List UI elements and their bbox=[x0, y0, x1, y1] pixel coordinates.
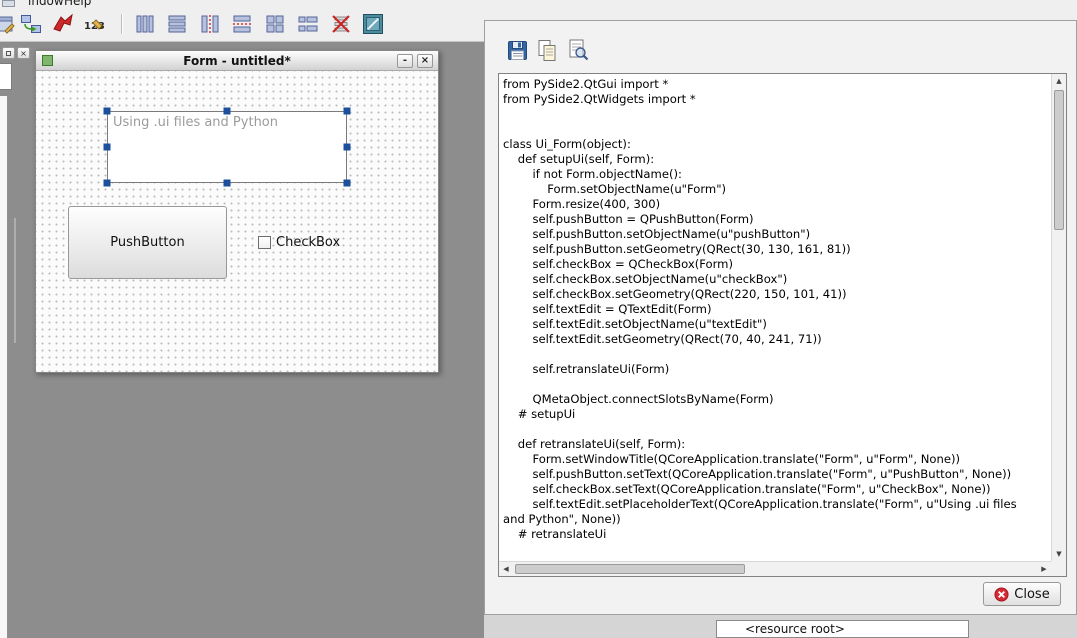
selection-handle-top-left[interactable] bbox=[104, 108, 111, 115]
edit-tab-order-icon: 123 bbox=[83, 13, 107, 35]
menu-window[interactable]: indow bbox=[28, 0, 64, 8]
layout-vertical-splitter-icon bbox=[231, 13, 253, 35]
scroll-right-icon[interactable]: ▶ bbox=[1037, 562, 1051, 576]
scroll-up-icon[interactable]: ▲ bbox=[1052, 74, 1066, 88]
break-layout-button[interactable] bbox=[328, 11, 354, 37]
adjust-size-button[interactable] bbox=[360, 11, 386, 37]
code-view[interactable]: from PySide2.QtGui import * from PySide2… bbox=[498, 73, 1067, 577]
layout-horizontal-splitter-icon bbox=[199, 13, 221, 35]
edit-buddies-button[interactable] bbox=[50, 11, 76, 37]
close-button-label: Close bbox=[1014, 587, 1049, 602]
layout-vertical-splitter-button[interactable] bbox=[229, 11, 255, 37]
dock-float-button[interactable] bbox=[2, 47, 15, 59]
find-icon bbox=[566, 38, 590, 62]
dock-close-button[interactable]: × bbox=[17, 47, 30, 59]
edit-buddies-icon bbox=[52, 13, 74, 35]
selection-handle-bottom-middle[interactable] bbox=[224, 180, 231, 187]
left-panel-fragment bbox=[0, 96, 8, 638]
pushbutton-widget[interactable]: PushButton bbox=[68, 206, 227, 279]
find-button[interactable] bbox=[565, 37, 591, 63]
adjust-size-icon bbox=[361, 12, 385, 36]
toolbar-separator bbox=[121, 14, 122, 34]
scroll-left-icon[interactable]: ◀ bbox=[499, 562, 513, 576]
form-editor-window: Form - untitled* - × Using .ui files and… bbox=[35, 50, 439, 373]
scrollbar-corner bbox=[1051, 561, 1066, 576]
resource-browser-fragment: <resource root> bbox=[716, 620, 969, 638]
code-vertical-scrollbar[interactable]: ▲ ▼ bbox=[1051, 74, 1066, 561]
resource-root-item[interactable]: <resource root> bbox=[745, 622, 845, 636]
vertical-scroll-thumb[interactable] bbox=[1054, 90, 1064, 230]
selection-handle-middle-right[interactable] bbox=[344, 144, 351, 151]
layout-horizontal-splitter-button[interactable] bbox=[197, 11, 223, 37]
edit-signals-slots-button[interactable] bbox=[18, 11, 44, 37]
close-dialog-icon bbox=[994, 587, 1009, 602]
bottom-panel-fragment: <resource root> bbox=[484, 615, 1077, 638]
form-window-titlebar[interactable]: Form - untitled* - × bbox=[36, 51, 438, 71]
selection-handle-middle-left[interactable] bbox=[104, 144, 111, 151]
close-button[interactable]: Close bbox=[983, 582, 1061, 606]
minimize-button[interactable]: - bbox=[397, 54, 413, 68]
layout-vertically-button[interactable] bbox=[164, 11, 190, 37]
code-horizontal-scrollbar[interactable]: ◀ ▶ bbox=[499, 561, 1051, 576]
save-button[interactable] bbox=[504, 37, 530, 63]
layout-grid-button[interactable] bbox=[262, 11, 288, 37]
app-menu-icon[interactable] bbox=[2, 0, 15, 7]
layout-horizontally-icon bbox=[134, 13, 156, 35]
selection-handle-top-right[interactable] bbox=[344, 108, 351, 115]
copy-icon bbox=[535, 38, 559, 62]
edit-widgets-icon bbox=[0, 13, 15, 35]
pushbutton-label: PushButton bbox=[110, 235, 184, 250]
form-window-title: Form - untitled* bbox=[36, 54, 438, 68]
edit-tab-order-button[interactable]: 123 bbox=[82, 11, 108, 37]
menu-help[interactable]: Help bbox=[64, 0, 91, 8]
menu-bar: indow Help bbox=[0, 0, 1077, 8]
dock-close-icon: × bbox=[20, 49, 27, 58]
layout-grid-icon bbox=[264, 13, 286, 35]
edit-widgets-button[interactable] bbox=[0, 11, 17, 37]
textedit-placeholder: Using .ui files and Python bbox=[108, 112, 346, 133]
selection-handle-bottom-left[interactable] bbox=[104, 180, 111, 187]
layout-vertically-icon bbox=[166, 13, 188, 35]
selection-handle-top-middle[interactable] bbox=[224, 108, 231, 115]
textedit-widget[interactable]: Using .ui files and Python bbox=[107, 111, 347, 183]
break-layout-icon bbox=[330, 13, 352, 35]
window-close-button[interactable]: × bbox=[417, 54, 433, 68]
layout-form-icon bbox=[297, 13, 319, 35]
save-icon bbox=[506, 39, 529, 62]
checkbox-label: CheckBox bbox=[276, 235, 340, 250]
checkbox-widget[interactable] bbox=[258, 236, 271, 249]
layout-horizontally-button[interactable] bbox=[132, 11, 158, 37]
left-scrollbar-fragment[interactable] bbox=[14, 218, 16, 343]
copy-button[interactable] bbox=[534, 37, 560, 63]
horizontal-scroll-thumb[interactable] bbox=[515, 564, 745, 574]
edit-signals-slots-icon bbox=[20, 13, 42, 35]
widgetbox-filter-fragment[interactable] bbox=[0, 63, 12, 90]
selection-handle-bottom-right[interactable] bbox=[344, 180, 351, 187]
layout-form-button[interactable] bbox=[295, 11, 321, 37]
dock-float-icon bbox=[6, 51, 11, 56]
form-canvas[interactable]: Using .ui files and Python PushButton Ch… bbox=[36, 71, 438, 372]
code-preview-dialog: from PySide2.QtGui import * from PySide2… bbox=[484, 20, 1077, 615]
scroll-down-icon[interactable]: ▼ bbox=[1052, 547, 1066, 561]
generated-code[interactable]: from PySide2.QtGui import * from PySide2… bbox=[499, 74, 1051, 561]
